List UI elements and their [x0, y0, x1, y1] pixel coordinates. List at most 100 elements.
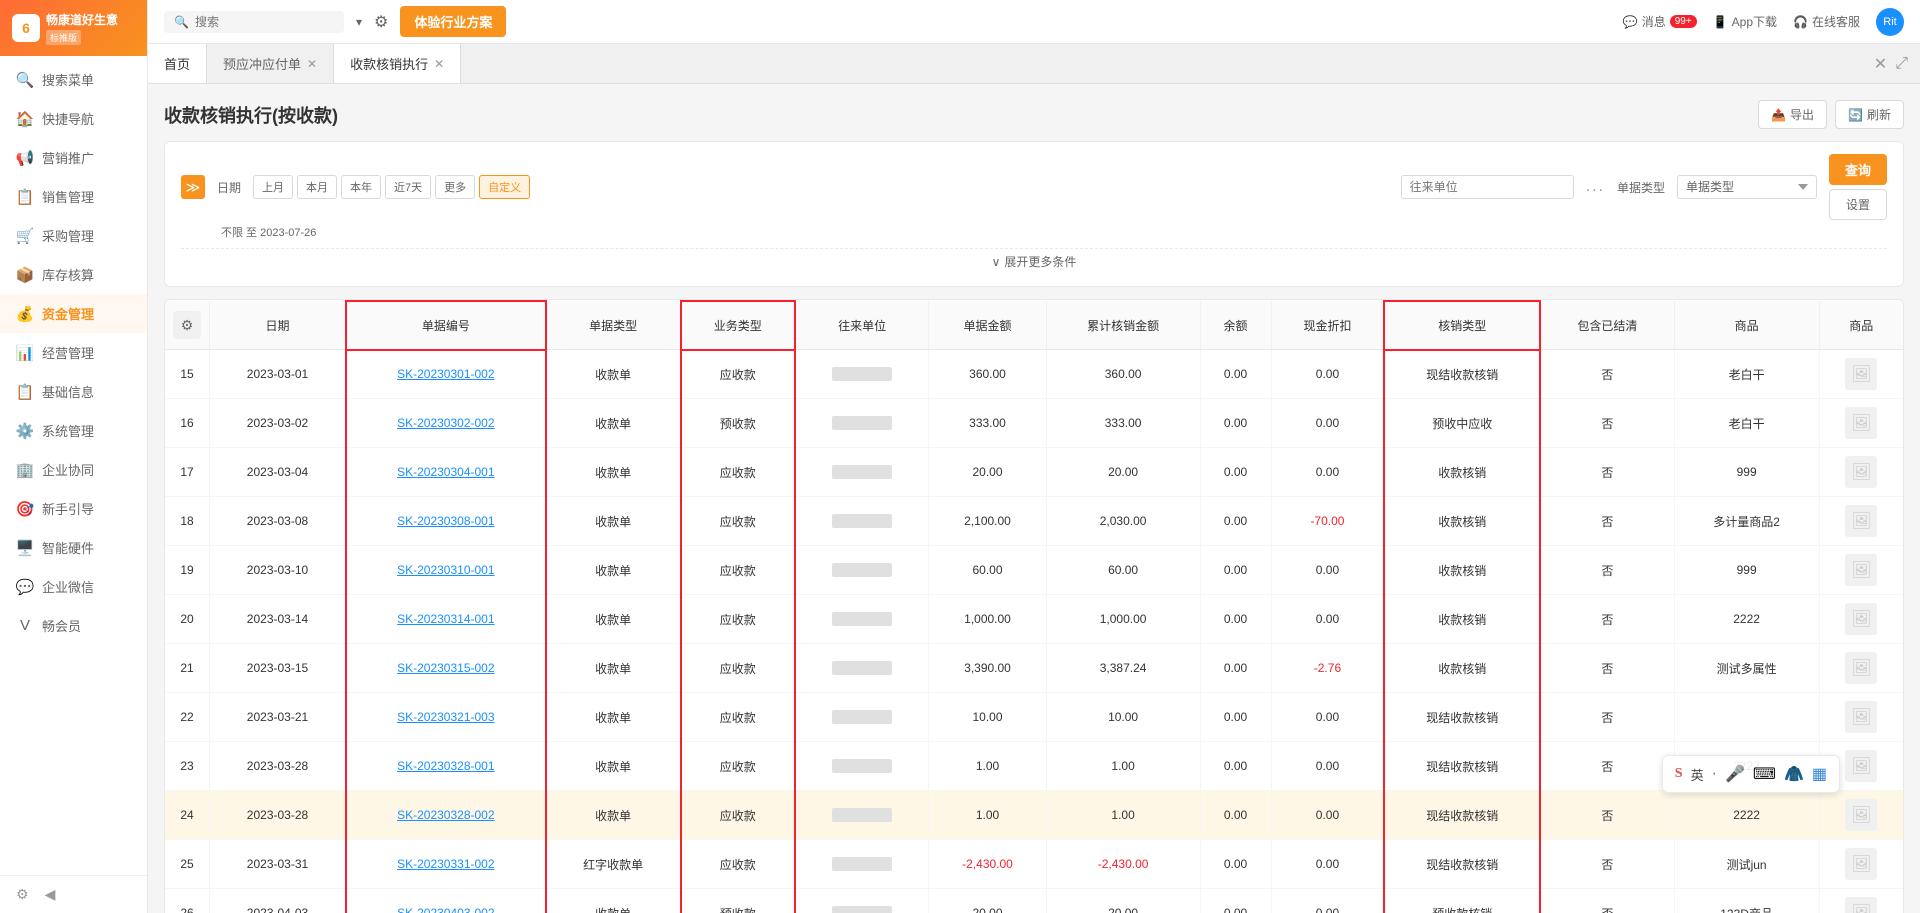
app-download-btn[interactable]: 📱 App下载	[1713, 13, 1777, 30]
sidebar-settings-icon[interactable]: ⚙	[16, 886, 29, 903]
product-thumbnail: 🖼	[1845, 456, 1877, 488]
topbar-dropdown[interactable]: ▾	[356, 15, 362, 29]
avatar[interactable]: Rit	[1876, 8, 1904, 36]
cell-date: 2023-03-04	[210, 448, 346, 497]
page-title: 收款核销执行(按收款)	[164, 102, 338, 128]
last-month-btn[interactable]: 上月	[253, 175, 293, 199]
table-row: 24 2023-03-28 SK-20230328-002 收款单 应收款 1.…	[165, 791, 1903, 840]
order-link[interactable]: SK-20230321-003	[397, 710, 494, 724]
sidebar-item-corp[interactable]: 🏢 企业协同	[0, 450, 147, 489]
topbar: 🔍 ▾ ⚙ 体验行业方案 💬 消息 99+ 📱 App下载 🎧 在线客服	[148, 0, 1920, 44]
logo-text: 畅康道好生意 标推版	[46, 11, 118, 45]
table-row: 21 2023-03-15 SK-20230315-002 收款单 应收款 3,…	[165, 644, 1903, 693]
voucher-type-select[interactable]: 单据类型	[1677, 175, 1817, 199]
sidebar-item-purchase[interactable]: 🛒 采购管理	[0, 216, 147, 255]
sidebar-item-quick-nav[interactable]: 🏠 快捷导航	[0, 99, 147, 138]
industry-solution-button[interactable]: 体验行业方案	[400, 6, 506, 37]
last-7-days-btn[interactable]: 近7天	[385, 175, 431, 199]
cell-product: 多计量商品2	[1674, 497, 1819, 546]
custom-date-btn[interactable]: 自定义	[479, 175, 530, 199]
order-link[interactable]: SK-20230308-001	[397, 514, 494, 528]
tab-receipts[interactable]: 收款核销执行 ✕	[334, 44, 461, 83]
order-link[interactable]: SK-20230328-001	[397, 759, 494, 773]
cell-discount: 0.00	[1271, 742, 1384, 791]
order-link[interactable]: SK-20230331-002	[397, 857, 494, 871]
tab-expand-icon[interactable]: ⤢	[1895, 55, 1908, 73]
tab-receipts-close-icon[interactable]: ✕	[434, 57, 444, 71]
product-thumbnail: 🖼	[1845, 407, 1877, 439]
refresh-button[interactable]: 🔄 刷新	[1835, 100, 1904, 129]
sidebar-item-finance[interactable]: 💰 资金管理	[0, 294, 147, 333]
order-link[interactable]: SK-20230304-001	[397, 465, 494, 479]
tab-home[interactable]: 首页	[148, 44, 207, 83]
this-month-btn[interactable]: 本月	[297, 175, 337, 199]
tab-close-all-icon[interactable]: ✕	[1874, 54, 1887, 74]
cell-balance: 0.00	[1200, 350, 1271, 399]
filter-settings-button[interactable]: 设置	[1829, 189, 1887, 220]
column-settings-icon[interactable]: ⚙	[173, 311, 201, 339]
sidebar-item-member[interactable]: V 畅会员	[0, 606, 147, 645]
sidebar-item-sales[interactable]: 📋 销售管理	[0, 177, 147, 216]
cell-verify-type: 收款核销	[1384, 546, 1540, 595]
counterparty-input[interactable]	[1401, 175, 1574, 199]
th-settings: ⚙	[165, 301, 210, 350]
sidebar-item-system[interactable]: ⚙️ 系统管理	[0, 411, 147, 450]
tab-payable[interactable]: 预应冲应付单 ✕	[207, 44, 334, 83]
sidebar-item-search[interactable]: 🔍 搜索菜单	[0, 60, 147, 99]
sidebar-item-marketing[interactable]: 📢 营销推广	[0, 138, 147, 177]
sidebar-item-operation[interactable]: 📊 经营管理	[0, 333, 147, 372]
sidebar-item-hardware[interactable]: 🖥️ 智能硬件	[0, 528, 147, 567]
query-button[interactable]: 查询	[1829, 154, 1887, 185]
sidebar-item-guide[interactable]: 🎯 新手引导	[0, 489, 147, 528]
product-thumbnail: 🖼	[1845, 897, 1877, 913]
topbar-gear-icon[interactable]: ⚙	[374, 12, 388, 32]
cell-doc-type: 收款单	[546, 644, 681, 693]
order-link[interactable]: SK-20230301-002	[397, 367, 494, 381]
sidebar-collapse-icon[interactable]: ◀	[45, 886, 56, 903]
cell-biz-type: 应收款	[681, 448, 795, 497]
more-date-btn[interactable]: 更多	[435, 175, 475, 199]
cell-amount: 60.00	[929, 546, 1046, 595]
cell-no: 23	[165, 742, 210, 791]
cell-discount: 0.00	[1271, 546, 1384, 595]
export-button[interactable]: 📤 导出	[1758, 100, 1827, 129]
order-link[interactable]: SK-20230314-001	[397, 612, 494, 626]
tab-payable-close-icon[interactable]: ✕	[307, 57, 317, 71]
search-input[interactable]	[195, 15, 334, 29]
cell-included: 否	[1540, 693, 1674, 742]
order-link[interactable]: SK-20230328-002	[397, 808, 494, 822]
sidebar-item-inventory[interactable]: 📦 库存核算	[0, 255, 147, 294]
topbar-search-box[interactable]: 🔍	[164, 11, 344, 33]
expand-more-btn[interactable]: ∨ 展开更多条件	[181, 248, 1887, 274]
filter-toggle-button[interactable]: ≫	[181, 175, 205, 199]
cell-verify-type: 收款核销	[1384, 595, 1540, 644]
cell-product-img: 🖼	[1819, 889, 1903, 913]
order-link[interactable]: SK-20230302-002	[397, 416, 494, 430]
order-link[interactable]: SK-20230310-001	[397, 563, 494, 577]
table-row: 25 2023-03-31 SK-20230331-002 红字收款单 应收款 …	[165, 840, 1903, 889]
online-service-btn[interactable]: 🎧 在线客服	[1793, 13, 1860, 30]
notifications-btn[interactable]: 💬 消息 99+	[1623, 13, 1697, 30]
cell-included: 否	[1540, 595, 1674, 644]
cell-verify-type: 预收中应收	[1384, 399, 1540, 448]
sidebar-item-label-wechat: 企业微信	[42, 577, 94, 596]
cell-partner	[795, 546, 929, 595]
cell-partner	[795, 742, 929, 791]
cell-order-no: SK-20230308-001	[346, 497, 546, 546]
sidebar-item-basic-info[interactable]: 📋 基础信息	[0, 372, 147, 411]
sidebar-item-label-basic-info: 基础信息	[42, 382, 94, 401]
sidebar-item-label-hardware: 智能硬件	[42, 538, 94, 557]
th-verify-type: 核销类型	[1384, 301, 1540, 350]
wechat-icon: 💬	[16, 578, 34, 596]
cell-included: 否	[1540, 742, 1674, 791]
order-link[interactable]: SK-20230403-002	[397, 906, 494, 913]
sidebar-item-label-marketing: 营销推广	[42, 148, 94, 167]
cell-no: 21	[165, 644, 210, 693]
cell-included: 否	[1540, 399, 1674, 448]
sidebar-item-wechat[interactable]: 💬 企业微信	[0, 567, 147, 606]
cell-partner	[795, 497, 929, 546]
table-row: 23 2023-03-28 SK-20230328-001 收款单 应收款 1.…	[165, 742, 1903, 791]
sidebar-item-label-inventory: 库存核算	[42, 265, 94, 284]
this-year-btn[interactable]: 本年	[341, 175, 381, 199]
order-link[interactable]: SK-20230315-002	[397, 661, 494, 675]
